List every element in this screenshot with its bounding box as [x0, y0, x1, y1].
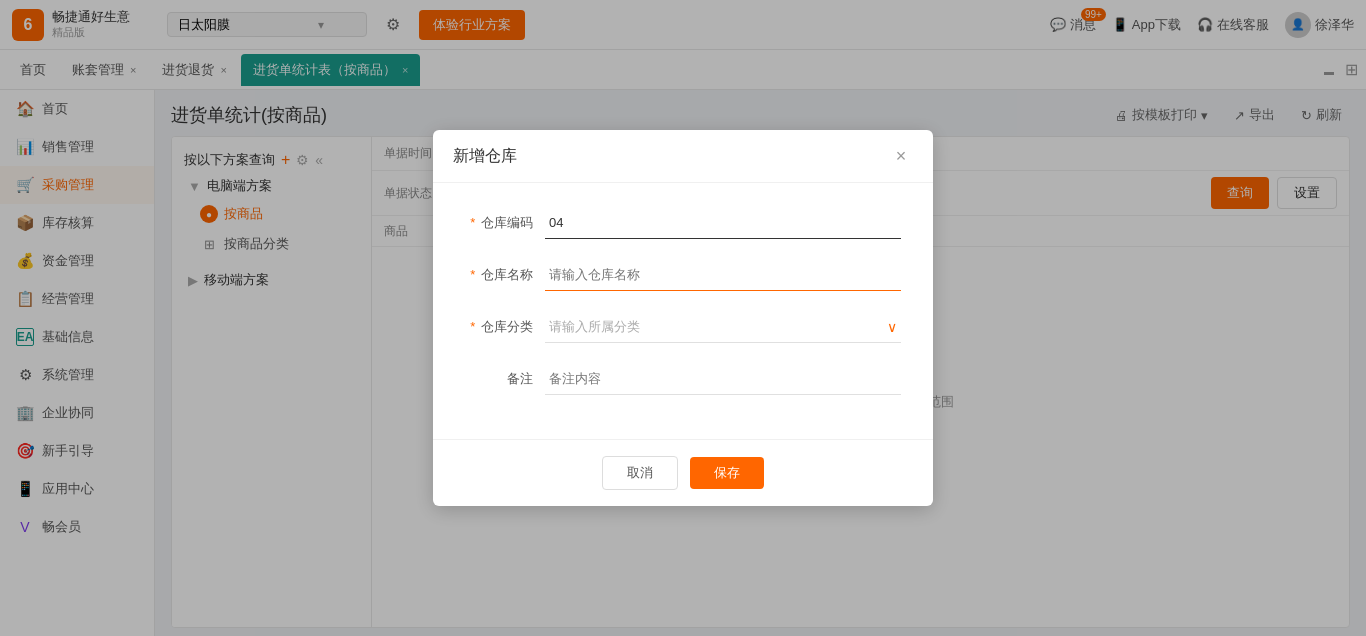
modal-body: * 仓库编码 * 仓库名称 * 仓库分类 请输入所属: [433, 183, 933, 439]
modal-overlay: 新增仓库 × * 仓库编码 * 仓库名称: [0, 0, 1366, 636]
warehouse-category-select[interactable]: 请输入所属分类 ∨: [545, 311, 901, 343]
remark-field-row: 备注: [465, 363, 901, 395]
save-button[interactable]: 保存: [690, 457, 764, 489]
cancel-button[interactable]: 取消: [602, 456, 678, 490]
modal-footer: 取消 保存: [433, 439, 933, 506]
category-field-row: * 仓库分类 请输入所属分类 ∨: [465, 311, 901, 343]
select-dropdown-icon: ∨: [887, 319, 897, 335]
category-placeholder: 请输入所属分类: [549, 318, 640, 336]
name-label: * 仓库名称: [465, 266, 545, 284]
warehouse-code-input[interactable]: [545, 207, 901, 239]
modal-header: 新增仓库 ×: [433, 130, 933, 183]
warehouse-name-input[interactable]: [545, 259, 901, 291]
category-label: * 仓库分类: [465, 318, 545, 336]
remark-label: 备注: [465, 370, 545, 388]
modal-title: 新增仓库: [453, 146, 517, 167]
code-field-row: * 仓库编码: [465, 207, 901, 239]
code-label: * 仓库编码: [465, 214, 545, 232]
modal-close-button[interactable]: ×: [889, 144, 913, 168]
name-field-row: * 仓库名称: [465, 259, 901, 291]
new-warehouse-modal: 新增仓库 × * 仓库编码 * 仓库名称: [433, 130, 933, 506]
warehouse-remark-input[interactable]: [545, 363, 901, 395]
